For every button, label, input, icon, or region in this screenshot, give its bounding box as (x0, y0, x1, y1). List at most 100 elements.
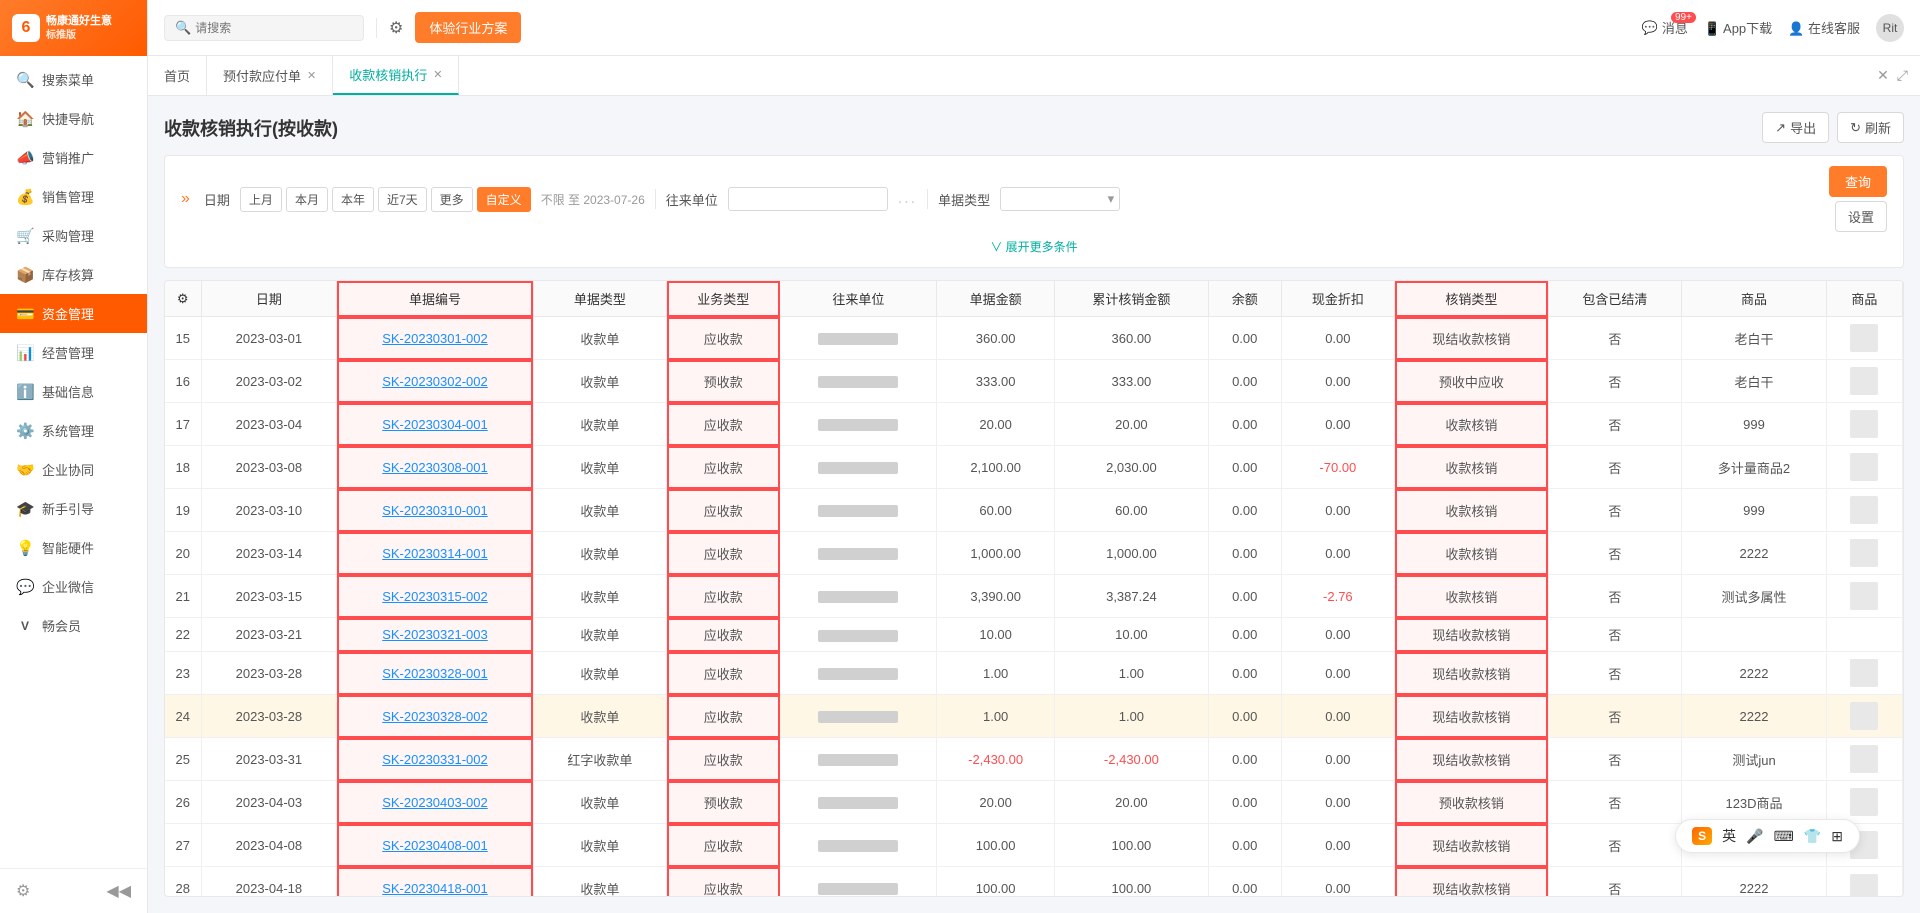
filter-expand-toggle[interactable]: » (181, 190, 190, 208)
float-bar-grid[interactable]: ⊞ (1831, 828, 1843, 845)
cell-cash-discount: -70.00 (1281, 446, 1394, 489)
online-service[interactable]: 👤 在线客服 (1788, 18, 1860, 37)
cell-doc-type: 收款单 (533, 403, 666, 446)
float-bar-mic[interactable]: 🎤 (1746, 828, 1763, 845)
cell-partner (780, 738, 937, 781)
cell-goods: 123D商品 (1682, 781, 1827, 824)
cell-cash-discount: 0.00 (1281, 532, 1394, 575)
doc-no-link[interactable]: SK-20230321-003 (382, 627, 488, 642)
sidebar-item-system[interactable]: ⚙️ 系统管理 (0, 411, 147, 450)
topbar-search-input[interactable] (195, 21, 353, 35)
tab-home[interactable]: 首页 (148, 56, 207, 95)
filter-this-month[interactable]: 本月 (286, 187, 328, 212)
col-gear[interactable]: ⚙ (165, 281, 201, 317)
doc-no-link[interactable]: SK-20230315-002 (382, 589, 488, 604)
settings-filter-button[interactable]: 设置 (1835, 201, 1887, 232)
doc-no-link[interactable]: SK-20230418-001 (382, 881, 488, 896)
sidebar-item-purchase[interactable]: 🛒 采购管理 (0, 216, 147, 255)
settings-icon[interactable]: ⚙ (16, 881, 30, 901)
doc-no-link[interactable]: SK-20230314-001 (382, 546, 488, 561)
cell-cash-discount: 0.00 (1281, 317, 1394, 360)
filter-doctype-label: 单据类型 (938, 190, 990, 209)
sidebar-item-operation[interactable]: 📊 经营管理 (0, 333, 147, 372)
app-download[interactable]: 📱 App下载 (1704, 18, 1772, 37)
col-incl-cleared: 包含已结清 (1548, 281, 1681, 317)
doc-no-link[interactable]: SK-20230403-002 (382, 795, 488, 810)
tab-prepay-close[interactable]: ✕ (307, 69, 316, 82)
sidebar-item-corp[interactable]: 🤝 企业协同 (0, 450, 147, 489)
sidebar-item-guide[interactable]: 🎓 新手引导 (0, 489, 147, 528)
sidebar-item-wechat[interactable]: 💬 企业微信 (0, 567, 147, 606)
sidebar-item-member[interactable]: V 畅会员 (0, 606, 147, 645)
cell-biz-type: 应收款 (667, 532, 780, 575)
float-bar-shirt[interactable]: 👕 (1804, 828, 1821, 845)
filter-last7days[interactable]: 近7天 (378, 187, 427, 212)
tab-expand-icon[interactable]: ⤢ (1897, 67, 1908, 84)
refresh-button[interactable]: ↻ 刷新 (1837, 112, 1904, 143)
sidebar-item-basic[interactable]: ℹ️ 基础信息 (0, 372, 147, 411)
doc-no-link[interactable]: SK-20230408-001 (382, 838, 488, 853)
cell-balance: 0.00 (1208, 532, 1281, 575)
sidebar-item-inventory[interactable]: 📦 库存核算 (0, 255, 147, 294)
cell-partner (780, 652, 937, 695)
cell-amount: 2,100.00 (937, 446, 1055, 489)
user-avatar[interactable]: Rit (1876, 14, 1904, 42)
doc-no-link[interactable]: SK-20230328-002 (382, 709, 488, 724)
doc-no-link[interactable]: SK-20230310-001 (382, 503, 488, 518)
cell-partner (780, 867, 937, 897)
cell-amount: 1,000.00 (937, 532, 1055, 575)
collapse-icon[interactable]: ◀◀ (106, 881, 131, 901)
tab-receipts-close[interactable]: ✕ (433, 68, 442, 81)
cell-incl-cleared: 否 (1548, 360, 1681, 403)
sidebar-item-search[interactable]: 🔍 搜索菜单 (0, 60, 147, 99)
table-row: 15 2023-03-01 SK-20230301-002 收款单 应收款 36… (165, 317, 1903, 360)
purchase-icon: 🛒 (16, 227, 34, 245)
float-bar-keyboard[interactable]: ⌨ (1774, 828, 1794, 845)
tab-close-all-icon[interactable]: ✕ (1877, 67, 1889, 84)
expand-more[interactable]: ∨ 展开更多条件 (181, 232, 1887, 257)
cell-balance: 0.00 (1208, 652, 1281, 695)
message-badge[interactable]: 💬 99+ 消息 (1642, 18, 1688, 37)
sidebar-item-hardware[interactable]: 💡 智能硬件 (0, 528, 147, 567)
filter-this-year[interactable]: 本年 (332, 187, 374, 212)
sidebar-item-sales[interactable]: 💰 销售管理 (0, 177, 147, 216)
cell-balance: 0.00 (1208, 489, 1281, 532)
tab-receipts[interactable]: 收款核销执行 ✕ (333, 56, 459, 95)
filter-more[interactable]: 更多 (431, 187, 473, 212)
sidebar-item-marketing[interactable]: 📣 营销推广 (0, 138, 147, 177)
cell-accum-verif: 60.00 (1055, 489, 1209, 532)
table-row: 23 2023-03-28 SK-20230328-001 收款单 应收款 1.… (165, 652, 1903, 695)
float-bar-label[interactable]: 英 (1722, 826, 1736, 846)
table-container[interactable]: ⚙ 日期 单据编号 单据类型 业务类型 往来单位 单据金额 累计核销金额 余额 … (165, 281, 1903, 896)
table-row: 24 2023-03-28 SK-20230328-002 收款单 应收款 1.… (165, 695, 1903, 738)
doc-no-link[interactable]: SK-20230304-001 (382, 417, 488, 432)
solution-button[interactable]: 体验行业方案 (415, 12, 521, 43)
topbar-gear-icon[interactable]: ⚙ (389, 18, 403, 38)
filter-partner-label: 往来单位 (666, 190, 718, 209)
cell-goods2 (1826, 403, 1902, 446)
filter-partner-input[interactable] (728, 187, 888, 211)
filter-row: » 日期 上月 本月 本年 近7天 更多 自定义 不限 至 2023-07-26 (181, 166, 1887, 232)
filter-last-month[interactable]: 上月 (240, 187, 282, 212)
cell-doc-no: SK-20230418-001 (337, 867, 533, 897)
doc-no-link[interactable]: SK-20230301-002 (382, 331, 488, 346)
filter-date-btns: 上月 本月 本年 近7天 更多 自定义 (240, 187, 531, 212)
cell-incl-cleared: 否 (1548, 575, 1681, 618)
filter-panel: » 日期 上月 本月 本年 近7天 更多 自定义 不限 至 2023-07-26 (164, 155, 1904, 268)
doc-no-link[interactable]: SK-20230328-001 (382, 666, 488, 681)
sidebar-item-shortcut[interactable]: 🏠 快捷导航 (0, 99, 147, 138)
filter-custom[interactable]: 自定义 (477, 187, 531, 212)
doc-no-link[interactable]: SK-20230308-001 (382, 460, 488, 475)
export-button[interactable]: ↗ 导出 (1762, 112, 1829, 143)
cell-date: 2023-03-02 (201, 360, 337, 403)
doc-no-link[interactable]: SK-20230331-002 (382, 752, 488, 767)
filter-doctype-select[interactable] (1000, 187, 1120, 211)
cell-no: 16 (165, 360, 201, 403)
cell-cash-discount: 0.00 (1281, 824, 1394, 867)
tab-prepay[interactable]: 预付款应付单 ✕ (207, 56, 333, 95)
table-row: 26 2023-04-03 SK-20230403-002 收款单 预收款 20… (165, 781, 1903, 824)
query-button[interactable]: 查询 (1829, 166, 1887, 197)
cell-verif-type: 收款核销 (1395, 403, 1549, 446)
sidebar-item-finance[interactable]: 💳 资金管理 (0, 294, 147, 333)
doc-no-link[interactable]: SK-20230302-002 (382, 374, 488, 389)
